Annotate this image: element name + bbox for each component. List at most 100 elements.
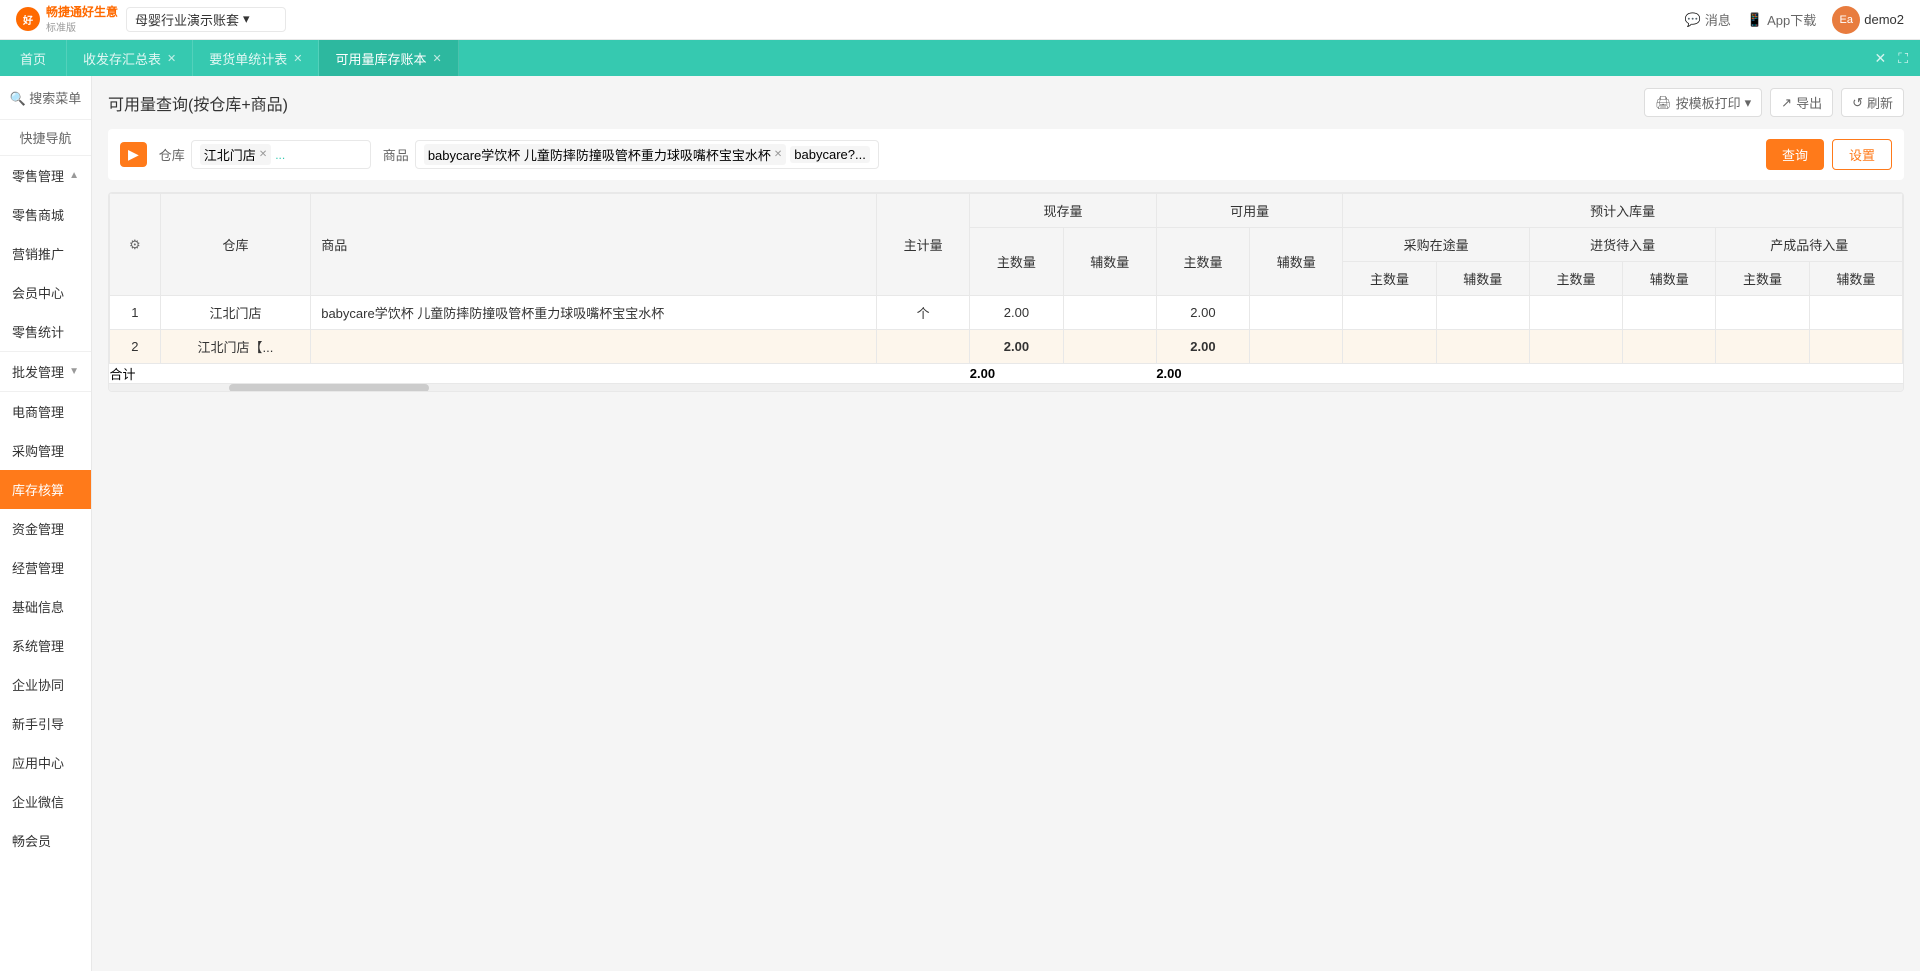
print-button[interactable]: 🖨 按模板打印 ▾ (1644, 88, 1762, 117)
refresh-button[interactable]: ↺ 刷新 (1841, 88, 1904, 117)
sidebar-item-zero-shop[interactable]: 零售商城 (0, 195, 91, 234)
cell-product-main-2 (1716, 330, 1809, 364)
export-button[interactable]: ↗ 导出 (1770, 88, 1833, 117)
tab-receive-close[interactable]: ✕ (167, 52, 176, 65)
cell-stock-main-1: 2.00 (970, 296, 1063, 330)
warehouse-filter-label: 仓库 (159, 145, 185, 164)
tab-available[interactable]: 可用量库存账本 ✕ (319, 40, 458, 76)
sidebar-item-basics[interactable]: 基础信息 (0, 587, 91, 626)
cell-incoming-aux-2 (1623, 330, 1716, 364)
sidebar-item-app-center[interactable]: 应用中心 (0, 743, 91, 782)
page-content: 可用量查询(按仓库+商品) 🖨 按模板打印 ▾ ↗ 导出 ↺ 刷新 (92, 76, 1920, 404)
enterprise-label: 企业协同 (12, 675, 64, 694)
cell-unit-2 (877, 330, 970, 364)
footer-stock-aux (1063, 364, 1156, 384)
message-label: 消息 (1705, 10, 1731, 29)
finance-label: 资金管理 (12, 519, 64, 538)
cell-stock-main-2: 2.00 (970, 330, 1063, 364)
sidebar-item-finance[interactable]: 资金管理 (0, 509, 91, 548)
tab-order[interactable]: 要货单统计表 ✕ (193, 40, 319, 76)
col-incoming-header: 进货待入量 (1529, 228, 1716, 262)
warehouse-filter-tag: 江北门店 ✕ (200, 144, 271, 165)
data-table: ⚙ 仓库 商品 主计量 现存量 (109, 193, 1903, 383)
search-menu-button[interactable]: 🔍 搜索菜单 (8, 86, 83, 109)
chevron-down-icon: ▾ (243, 11, 250, 27)
product-tag1-remove[interactable]: ✕ (774, 149, 782, 160)
col-purchase-aux-header: 辅数量 (1436, 262, 1529, 296)
table-row: 1 江北门店 babycare学饮杯 儿童防摔防撞吸管杯重力球吸嘴杯宝宝水杯 个… (110, 296, 1903, 330)
col-unit-header: 主计量 (877, 194, 970, 296)
sidebar-item-quick-nav[interactable]: 快捷导航 (0, 120, 91, 156)
product-filter-tag2: babycare?... (790, 146, 870, 163)
cell-product-2 (311, 330, 877, 364)
cell-incoming-main-1 (1529, 296, 1622, 330)
query-button[interactable]: 查询 (1766, 139, 1824, 170)
app-center-label: 应用中心 (12, 753, 64, 772)
app-download-button[interactable]: 📱 App下载 (1747, 10, 1816, 29)
sidebar-item-vip[interactable]: 畅会员 (0, 821, 91, 860)
col-product-header: 商品 (311, 194, 877, 296)
tab-receive[interactable]: 收发存汇总表 ✕ (67, 40, 193, 76)
industry-select[interactable]: 母婴行业演示账套 ▾ (126, 7, 286, 32)
cell-product-main-1 (1716, 296, 1809, 330)
ecommerce-label: 电商管理 (12, 402, 64, 421)
sidebar-item-enterprise[interactable]: 企业协同 (0, 665, 91, 704)
settings-icon[interactable]: ⚙ (129, 237, 141, 252)
col-stock-main-header: 主数量 (970, 228, 1063, 296)
footer-product-main (1716, 364, 1809, 384)
user-menu[interactable]: Ea demo2 (1832, 6, 1904, 34)
sidebar-item-marketing[interactable]: 营销推广 (0, 234, 91, 273)
warehouse-filter-more[interactable]: ... (275, 148, 285, 162)
tab-order-close[interactable]: ✕ (293, 52, 302, 65)
sidebar-item-wholesale[interactable]: 批发管理 ▼ (0, 352, 91, 391)
top-bar: 好 畅捷通好生意 标准版 母婴行业演示账套 ▾ 💬 消息 📱 App下载 Ea … (0, 0, 1920, 40)
warehouse-filter-input[interactable]: 江北门店 ✕ ... (191, 140, 371, 169)
sidebar-item-zero-sales[interactable]: 零售管理 ▲ (0, 156, 91, 195)
col-stock-aux-header: 辅数量 (1063, 228, 1156, 296)
vip-label: 畅会员 (12, 831, 51, 850)
col-incoming-main-header: 主数量 (1529, 262, 1622, 296)
col-settings[interactable]: ⚙ (110, 194, 161, 296)
export-icon: ↗ (1781, 95, 1792, 111)
sidebar-item-system[interactable]: 系统管理 (0, 626, 91, 665)
table-scrollbar-area[interactable] (109, 383, 1903, 391)
setting-button[interactable]: 设置 (1832, 139, 1892, 170)
sidebar-item-member[interactable]: 会员中心 (0, 273, 91, 312)
sidebar-item-purchase[interactable]: 采购管理 (0, 431, 91, 470)
sidebar-item-inventory[interactable]: 库存核算 (0, 470, 91, 509)
page-title: 可用量查询(按仓库+商品) (108, 91, 288, 115)
warehouse-filter-group: 仓库 江北门店 ✕ ... (159, 140, 371, 169)
col-product-main-header: 主数量 (1716, 262, 1809, 296)
sidebar-section-wholesale: 批发管理 ▼ (0, 352, 91, 392)
warehouse-tag-remove[interactable]: ✕ (259, 149, 267, 160)
cell-product-1: babycare学饮杯 儿童防摔防撞吸管杯重力球吸嘴杯宝宝水杯 (311, 296, 877, 330)
product-filter-input[interactable]: babycare学饮杯 儿童防摔防撞吸管杯重力球吸嘴杯宝宝水杯 ✕ babyca… (415, 140, 879, 169)
col-product-aux-header: 辅数量 (1809, 262, 1902, 296)
sidebar-item-new-guide[interactable]: 新手引导 (0, 704, 91, 743)
nav-tabs: 首页 收发存汇总表 ✕ 要货单统计表 ✕ 可用量库存账本 ✕ ✕ ⛶ (0, 40, 1920, 76)
cell-available-aux-1 (1250, 296, 1343, 330)
logo-area: 好 畅捷通好生意 标准版 (16, 5, 118, 34)
export-label: 导出 (1796, 93, 1822, 112)
filter-area: ▶ 仓库 江北门店 ✕ ... 商品 babyca (108, 129, 1904, 180)
cell-purchase-main-1 (1343, 296, 1436, 330)
message-button[interactable]: 💬 消息 (1685, 10, 1731, 29)
printer-icon: 🖨 (1655, 95, 1672, 111)
close-all-button[interactable]: ✕ (1870, 50, 1890, 67)
zero-stats-label: 零售统计 (12, 322, 64, 341)
tab-available-close[interactable]: ✕ (433, 52, 442, 65)
sidebar-item-enterprise-wechat[interactable]: 企业微信 (0, 782, 91, 821)
logo-title: 畅捷通好生意 (46, 5, 118, 19)
tab-home[interactable]: 首页 (0, 40, 67, 76)
sidebar-item-zero-stats[interactable]: 零售统计 (0, 312, 91, 351)
filter-actions: 查询 设置 (1766, 139, 1892, 170)
sidebar-item-ecommerce[interactable]: 电商管理 (0, 392, 91, 431)
fullscreen-button[interactable]: ⛶ (1894, 50, 1912, 67)
sidebar-item-operations[interactable]: 经营管理 (0, 548, 91, 587)
sidebar-search-area: 🔍 搜索菜单 (0, 76, 91, 120)
quick-nav-label: 快捷导航 (19, 131, 71, 146)
table-scrollbar-thumb[interactable] (229, 384, 429, 392)
tab-home-label: 首页 (20, 49, 46, 68)
filter-toggle-button[interactable]: ▶ (120, 142, 147, 167)
col-product-pending-header: 产成品待入量 (1716, 228, 1903, 262)
